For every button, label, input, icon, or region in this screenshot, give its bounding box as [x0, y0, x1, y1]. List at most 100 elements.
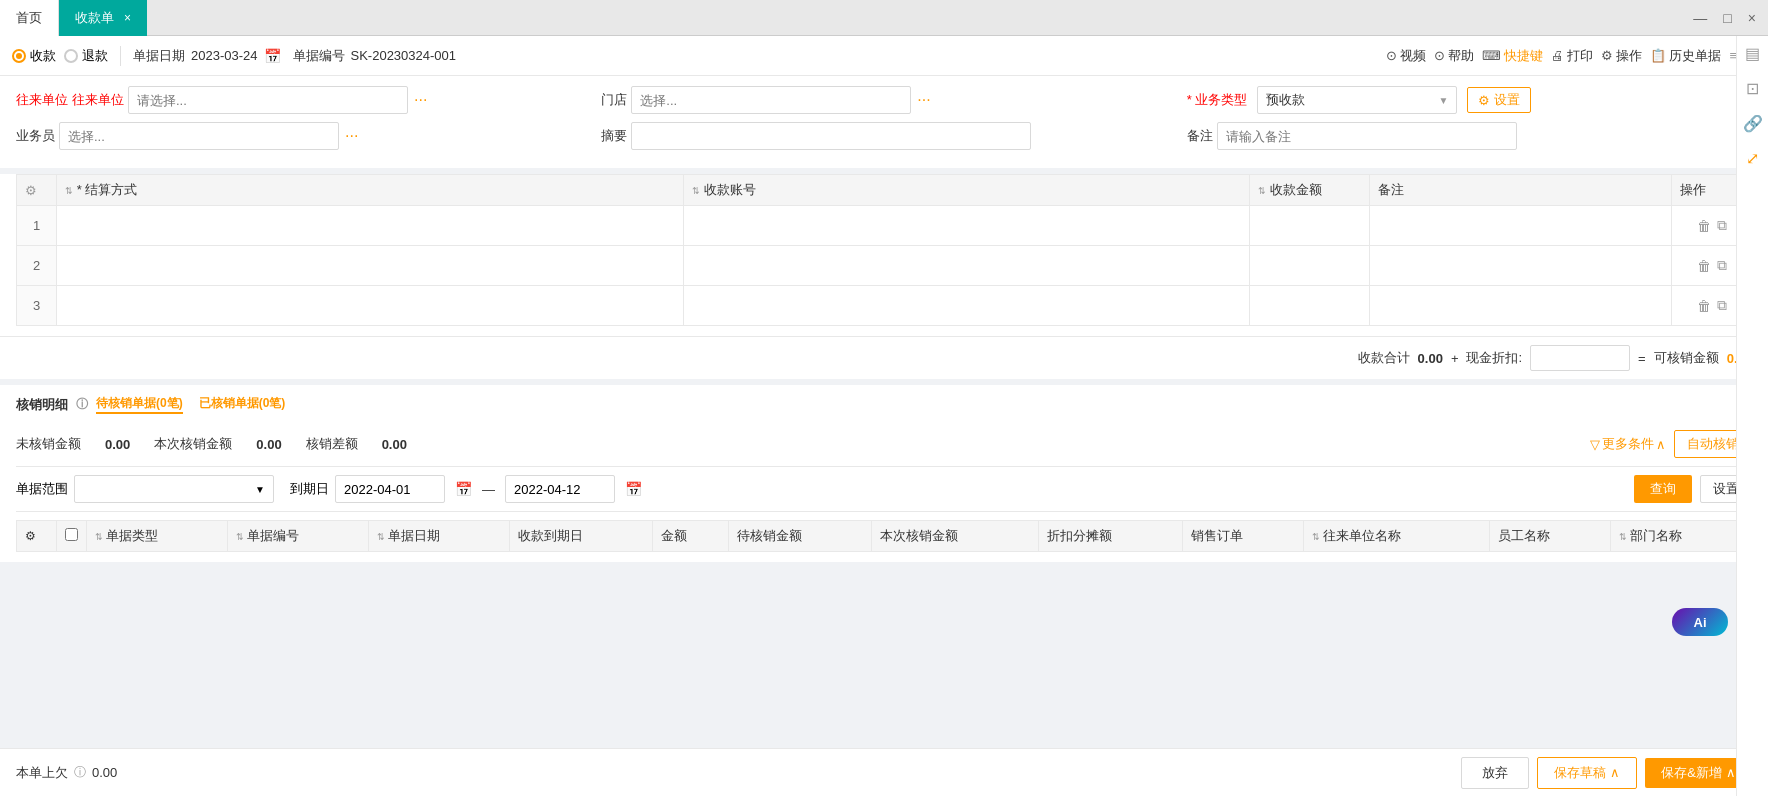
help-action[interactable]: ⊙ 帮助	[1434, 47, 1474, 65]
verify-actions: ▽ 更多条件 ∧ 自动核销	[1590, 430, 1752, 458]
row-2-delete-icon[interactable]: 🗑	[1697, 258, 1711, 274]
maximize-button[interactable]: □	[1719, 10, 1735, 26]
doc-date-label: 单据日期	[133, 47, 185, 65]
gear-icon: ⚙	[1478, 93, 1490, 108]
row-2-remark[interactable]	[1370, 246, 1672, 286]
row-1-amount[interactable]	[1250, 206, 1370, 246]
shortcut-action[interactable]: ⌨ 快捷键	[1482, 47, 1543, 65]
print-action[interactable]: 🖨 打印	[1551, 47, 1593, 65]
help-icon: ⊙	[1434, 48, 1445, 63]
salesperson-more-button[interactable]: ···	[339, 127, 364, 145]
counterparty-more-button[interactable]: ···	[408, 91, 433, 109]
remark-field: 备注	[1187, 122, 1752, 150]
row-1-delete-icon[interactable]: 🗑	[1697, 218, 1711, 234]
discard-button[interactable]: 放弃	[1461, 757, 1529, 789]
col-settings-header[interactable]: ⚙	[17, 175, 57, 206]
store-more-button[interactable]: ···	[911, 91, 936, 109]
ai-badge[interactable]: Ai	[1672, 608, 1728, 636]
verify-tab-done[interactable]: 已核销单据(0笔)	[199, 395, 286, 414]
bottom-col-current: 本次核销金额	[872, 521, 1039, 552]
verify-tab-pending[interactable]: 待核销单据(0笔)	[96, 395, 183, 414]
select-all-checkbox[interactable]	[65, 528, 78, 541]
due-start-input[interactable]	[335, 475, 445, 503]
row-1-remark[interactable]	[1370, 206, 1672, 246]
tab-close-icon[interactable]: ×	[124, 11, 131, 25]
filter-row: 单据范围 ▼ 到期日 📅 — 📅 查询 设置	[16, 466, 1752, 512]
row-3-settlement[interactable]	[57, 286, 684, 326]
tab-active[interactable]: 收款单 ×	[59, 0, 147, 36]
summary-row: 收款合计 0.00 + 现金折扣: = 可核销金额 0.00	[0, 336, 1768, 379]
business-type-select[interactable]: 预收款 ▼	[1257, 86, 1457, 114]
diff-value: 0.00	[382, 437, 407, 452]
salesperson-input[interactable]	[59, 122, 339, 150]
sidebar-expand-icon[interactable]: ⤢	[1746, 149, 1759, 168]
row-1-account[interactable]	[683, 206, 1249, 246]
store-field: 门店 ···	[601, 86, 1166, 114]
query-button[interactable]: 查询	[1634, 475, 1692, 503]
row-2-copy-icon[interactable]: ⧉	[1717, 257, 1727, 274]
receipt-radio[interactable]: 收款	[12, 47, 56, 65]
bottom-col-checkbox[interactable]	[57, 521, 87, 552]
row-3-delete-icon[interactable]: 🗑	[1697, 298, 1711, 314]
doc-no-field: 单据编号 SK-20230324-001	[293, 47, 457, 65]
row-num-3: 3	[17, 286, 57, 326]
row-2-amount[interactable]	[1250, 246, 1370, 286]
row-2-account[interactable]	[683, 246, 1249, 286]
video-icon: ⊙	[1386, 48, 1397, 63]
business-type-value: 预收款	[1266, 91, 1305, 109]
col-remark-header: 备注	[1370, 175, 1672, 206]
ai-label: Ai	[1694, 615, 1707, 630]
bottom-col-counterparty: ⇅ 往来单位名称	[1303, 521, 1489, 552]
prev-label: 本单上欠	[16, 764, 68, 782]
remark-input[interactable]	[1217, 122, 1517, 150]
footer-info-icon[interactable]: ⓘ	[74, 764, 86, 781]
sidebar-grid-icon[interactable]: ⊡	[1746, 79, 1759, 98]
main-form: 往来单位 往来单位 ··· 门店 ··· * 业务类型 预收款 ▼ ⚙ 设置 业…	[0, 76, 1768, 174]
doc-date-value: 2023-03-24	[191, 48, 258, 63]
row-3-account[interactable]	[683, 286, 1249, 326]
save-draft-button[interactable]: 保存草稿 ∧	[1537, 757, 1637, 789]
receipt-radio-label: 收款	[30, 47, 56, 65]
receipt-refund-group: 收款 退款	[12, 47, 108, 65]
toolbar-right: ⊙ 视频 ⊙ 帮助 ⌨ 快捷键 🖨 打印 ⚙ 操作 📋 历史单据 ≡ ⊞	[1386, 47, 1756, 65]
refund-radio[interactable]: 退款	[64, 47, 108, 65]
calendar-icon[interactable]: 📅	[264, 48, 281, 64]
range-select[interactable]: ▼	[74, 475, 274, 503]
due-end-calendar-icon[interactable]: 📅	[625, 481, 642, 497]
due-end-input[interactable]	[505, 475, 615, 503]
tab-bar: 首页 收款单 × — □ ×	[0, 0, 1768, 36]
tab-home[interactable]: 首页	[0, 0, 59, 36]
row-2-settlement[interactable]	[57, 246, 684, 286]
table-row: 1 🗑 ⧉	[17, 206, 1752, 246]
setting-button[interactable]: ⚙ 设置	[1467, 87, 1531, 113]
sidebar-link-icon[interactable]: 🔗	[1743, 114, 1763, 133]
discount-input[interactable]	[1530, 345, 1630, 371]
bottom-col-settings[interactable]: ⚙	[17, 521, 57, 552]
table-row: 2 🗑 ⧉	[17, 246, 1752, 286]
video-action[interactable]: ⊙ 视频	[1386, 47, 1426, 65]
store-input[interactable]	[631, 86, 911, 114]
row-3-amount[interactable]	[1250, 286, 1370, 326]
counterparty-input[interactable]	[128, 86, 408, 114]
table-settings-icon[interactable]: ⚙	[25, 183, 37, 198]
col-amount-header: ⇅ 收款金额	[1250, 175, 1370, 206]
unclaimed-label: 未核销金额	[16, 435, 81, 453]
bottom-col-pending: 待核销金额	[728, 521, 872, 552]
history-action[interactable]: 📋 历史单据	[1650, 47, 1721, 65]
more-conditions-button[interactable]: ▽ 更多条件 ∧	[1590, 435, 1666, 453]
summary-input[interactable]	[631, 122, 1031, 150]
due-start-calendar-icon[interactable]: 📅	[455, 481, 472, 497]
verify-info-icon[interactable]: ⓘ	[76, 396, 88, 413]
doc-no-value: SK-20230324-001	[351, 48, 457, 63]
total-label: 收款合计	[1358, 349, 1410, 367]
row-3-remark[interactable]	[1370, 286, 1672, 326]
verify-section: 核销明细 ⓘ 待核销单据(0笔) 已核销单据(0笔) 未核销金额 0.00 本次…	[0, 385, 1768, 562]
operation-action[interactable]: ⚙ 操作	[1601, 47, 1642, 65]
sidebar-table-icon[interactable]: ▤	[1745, 44, 1760, 63]
row-1-settlement[interactable]	[57, 206, 684, 246]
row-1-copy-icon[interactable]: ⧉	[1717, 217, 1727, 234]
minimize-button[interactable]: —	[1689, 10, 1711, 26]
row-3-copy-icon[interactable]: ⧉	[1717, 297, 1727, 314]
help-label: 帮助	[1448, 47, 1474, 65]
close-button[interactable]: ×	[1744, 10, 1760, 26]
